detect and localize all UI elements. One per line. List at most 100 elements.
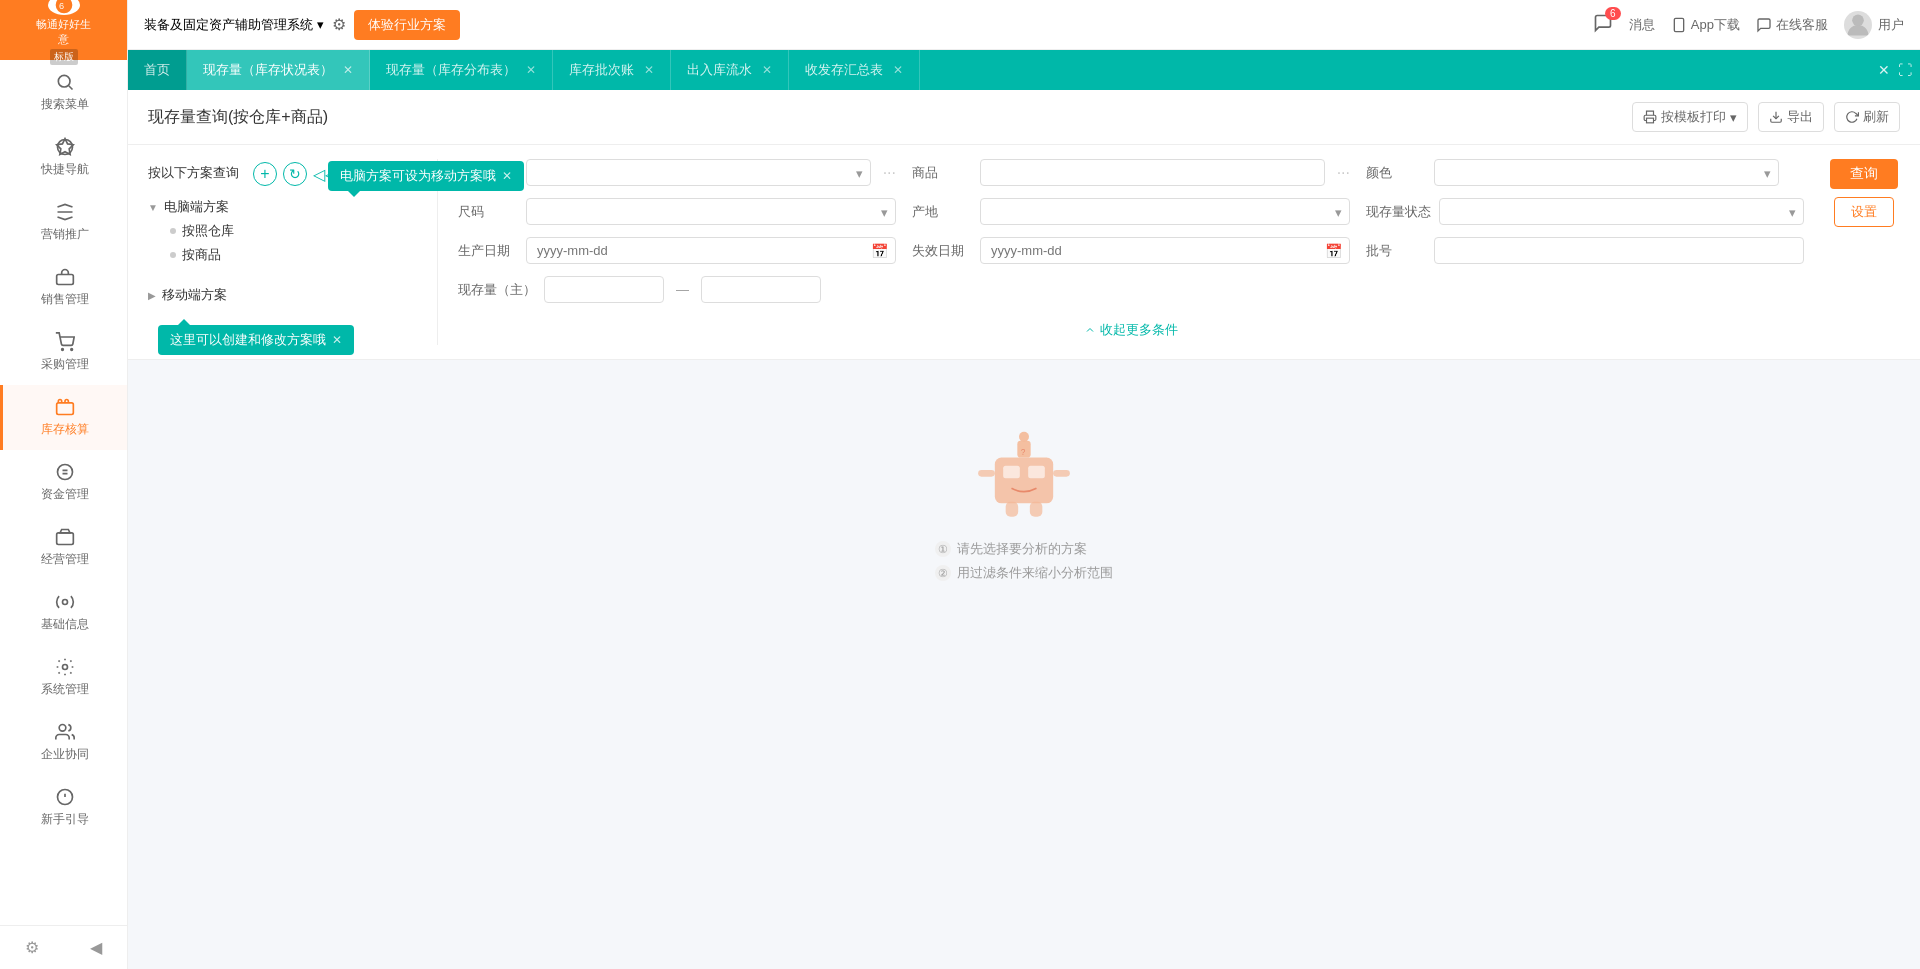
- filter-field-size: 尺码: [458, 198, 896, 225]
- header-settings-icon[interactable]: ⚙: [332, 15, 346, 34]
- scheme-section-pc-label: 电脑端方案: [164, 198, 229, 216]
- search-button[interactable]: 查询: [1830, 159, 1898, 189]
- user-name: 用户: [1878, 16, 1904, 34]
- goods-dots[interactable]: ···: [1337, 164, 1350, 182]
- sidebar-item-nav[interactable]: 快捷导航: [0, 125, 127, 190]
- settings-button[interactable]: 设置: [1834, 197, 1894, 227]
- tab-close-icon[interactable]: ✕: [526, 63, 536, 77]
- scheme-section-mobile-header[interactable]: ▶ 移动端方案: [148, 283, 421, 307]
- sidebar: 6 畅通好好生意 标版 搜索菜单 快捷导航 营销推广 销售管理 采购管理 库存核…: [0, 0, 128, 969]
- qty-from-input[interactable]: [544, 276, 664, 303]
- collapse-button[interactable]: 收起更多条件: [458, 315, 1804, 345]
- origin-select-wrap: [980, 198, 1350, 225]
- tab-summary[interactable]: 收发存汇总表 ✕: [789, 50, 920, 90]
- export-label: 导出: [1787, 108, 1813, 126]
- filter-action-buttons: 查询 设置: [1820, 159, 1900, 345]
- sidebar-item-label: 营销推广: [41, 226, 89, 243]
- qty-to-input[interactable]: [701, 276, 821, 303]
- message-icon[interactable]: 6: [1593, 13, 1613, 36]
- sidebar-item-label: 采购管理: [41, 356, 89, 373]
- tab-inventory-distribution[interactable]: 现存量（库存分布表） ✕: [370, 50, 553, 90]
- tab-close-icon[interactable]: ✕: [893, 63, 903, 77]
- tab-label: 出入库流水: [687, 61, 752, 79]
- collapse-arrow: ▶: [148, 290, 156, 301]
- tab-inventory-status[interactable]: 现存量（库存状况表） ✕: [187, 50, 370, 90]
- status-select[interactable]: [1439, 198, 1804, 225]
- svg-rect-29: [1030, 502, 1043, 517]
- goods-input[interactable]: [980, 159, 1325, 186]
- user-area[interactable]: 用户: [1844, 11, 1904, 39]
- sidebar-item-inventory[interactable]: 库存核算: [0, 385, 127, 450]
- sidebar-item-finance[interactable]: 资金管理: [0, 450, 127, 515]
- qty-separator: —: [676, 282, 689, 297]
- tab-close-icon[interactable]: ✕: [762, 63, 772, 77]
- page-actions: 按模板打印 ▾ 导出 刷新: [1632, 102, 1900, 132]
- expiry-date-input[interactable]: [980, 237, 1350, 264]
- svg-rect-9: [57, 403, 74, 415]
- empty-state: ? 请先选择要分析的方案 用过滤条件来缩小分析范围: [128, 360, 1920, 648]
- tab-close-icon[interactable]: ✕: [644, 63, 654, 77]
- template-print-button[interactable]: 按模板打印 ▾: [1632, 102, 1748, 132]
- origin-select[interactable]: [980, 198, 1350, 225]
- tab-close-icon[interactable]: ✕: [343, 63, 353, 77]
- warehouse-select[interactable]: [526, 159, 871, 186]
- refresh-button[interactable]: 刷新: [1834, 102, 1900, 132]
- tab-fullscreen-icon[interactable]: ⛶: [1898, 62, 1912, 78]
- scheme-item-goods[interactable]: 按商品: [164, 243, 421, 267]
- empty-tips: 请先选择要分析的方案 用过滤条件来缩小分析范围: [935, 540, 1113, 588]
- scheme-item-label: 按商品: [182, 246, 221, 264]
- color-select[interactable]: [1434, 159, 1779, 186]
- tooltip2-close[interactable]: ✕: [332, 333, 342, 347]
- sidebar-bottom: ⚙ ◀: [0, 925, 127, 969]
- tab-batch[interactable]: 库存批次账 ✕: [553, 50, 671, 90]
- system-select[interactable]: 装备及固定资产辅助管理系统 ▾: [144, 16, 324, 34]
- sidebar-item-guide[interactable]: 新手引导: [0, 775, 127, 840]
- sidebar-item-system[interactable]: 系统管理: [0, 645, 127, 710]
- sidebar-item-sales[interactable]: 销售管理: [0, 255, 127, 320]
- tab-flow[interactable]: 出入库流水 ✕: [671, 50, 789, 90]
- empty-tip1: 请先选择要分析的方案: [935, 540, 1113, 558]
- template-print-label: 按模板打印: [1661, 108, 1726, 126]
- sidebar-item-purchase[interactable]: 采购管理: [0, 320, 127, 385]
- scheme-refresh-button[interactable]: ↻: [283, 162, 307, 186]
- sidebar-item-label: 库存核算: [41, 421, 89, 438]
- item-dot: [170, 252, 176, 258]
- tooltip1-close[interactable]: ✕: [502, 169, 512, 183]
- label-color: 颜色: [1366, 164, 1426, 182]
- production-date-wrap: [526, 237, 896, 264]
- scheme-section-mobile: ▶ 移动端方案: [148, 283, 421, 307]
- refresh-label: 刷新: [1863, 108, 1889, 126]
- scheme-section-pc: ▼ 电脑端方案 按照仓库 按商品: [148, 195, 421, 267]
- page-title: 现存量查询(按仓库+商品): [148, 107, 328, 128]
- sidebar-item-enterprise[interactable]: 企业协同: [0, 710, 127, 775]
- online-service[interactable]: 在线客服: [1756, 16, 1828, 34]
- collapse-label: 收起更多条件: [1100, 321, 1178, 339]
- scheme-add-button[interactable]: +: [253, 162, 277, 186]
- production-date-input[interactable]: [526, 237, 896, 264]
- batch-input[interactable]: [1434, 237, 1804, 264]
- warehouse-dots[interactable]: ···: [883, 164, 896, 182]
- message-badge: 6: [1605, 7, 1621, 20]
- tab-home[interactable]: 首页: [128, 50, 187, 90]
- export-button[interactable]: 导出: [1758, 102, 1824, 132]
- tab-bar-right: ✕ ⛶: [1878, 62, 1920, 78]
- svg-point-8: [71, 349, 73, 351]
- app-download[interactable]: App下载: [1671, 16, 1740, 34]
- top-header: 装备及固定资产辅助管理系统 ▾ ⚙ 体验行业方案 6 消息 App下载 在线客服: [128, 0, 1920, 50]
- settings-bottom-icon[interactable]: ⚙: [25, 938, 39, 957]
- svg-rect-21: [1647, 118, 1654, 123]
- filter-fields: 仓库 ··· 商品 ··· 颜色: [438, 159, 1820, 345]
- tab-close-all-icon[interactable]: ✕: [1878, 62, 1890, 78]
- sidebar-item-search[interactable]: 搜索菜单: [0, 60, 127, 125]
- label-origin: 产地: [912, 203, 972, 221]
- scheme-item-warehouse[interactable]: 按照仓库: [164, 219, 421, 243]
- sidebar-item-marketing[interactable]: 营销推广: [0, 190, 127, 255]
- sidebar-item-basic[interactable]: 基础信息: [0, 580, 127, 645]
- size-select[interactable]: [526, 198, 896, 225]
- scheme-section-pc-header[interactable]: ▼ 电脑端方案: [148, 195, 421, 219]
- sidebar-item-operations[interactable]: 经营管理: [0, 515, 127, 580]
- svg-point-13: [63, 665, 68, 670]
- collapse-icon[interactable]: ◀: [90, 938, 102, 957]
- logo-icon: 6: [48, 0, 80, 15]
- trial-button[interactable]: 体验行业方案: [354, 10, 460, 40]
